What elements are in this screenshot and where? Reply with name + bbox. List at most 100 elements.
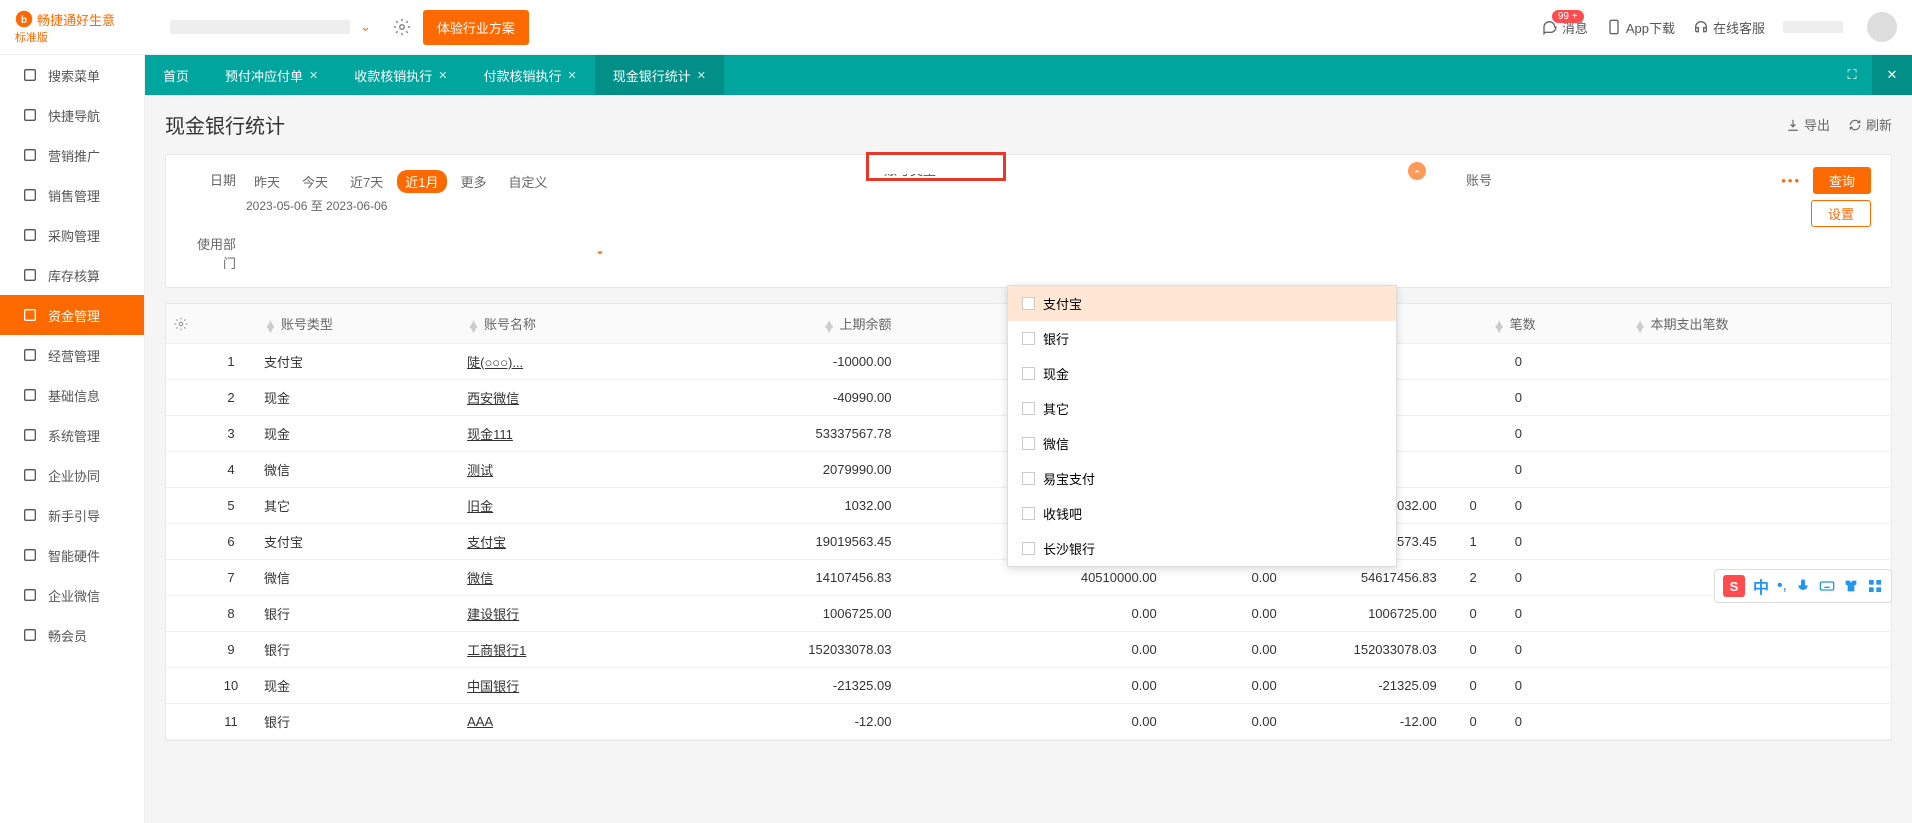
col-cnt1 bbox=[1445, 304, 1485, 344]
home-icon bbox=[22, 107, 38, 123]
close-icon[interactable]: ✕ bbox=[697, 69, 706, 82]
account-link[interactable]: 支付宝 bbox=[467, 535, 506, 550]
export-button[interactable]: 导出 bbox=[1786, 115, 1830, 134]
filter-panel: 日期 昨天今天近7天近1月更多自定义 2023-05-06 至 2023-06-… bbox=[165, 154, 1892, 288]
col-cnt2[interactable]: ▲▼笔数 bbox=[1485, 304, 1626, 344]
type-option-收钱吧[interactable]: 收钱吧 bbox=[1008, 496, 1396, 531]
ime-lang[interactable]: 中 bbox=[1753, 574, 1769, 598]
type-option-现金[interactable]: 现金 bbox=[1008, 356, 1396, 391]
dept-label: 使用部门 bbox=[186, 234, 246, 272]
support-link[interactable]: 在线客服 bbox=[1693, 18, 1765, 37]
ime-keyboard-icon[interactable] bbox=[1819, 578, 1835, 594]
collapse-toggle[interactable] bbox=[1408, 162, 1426, 180]
messages-link[interactable]: 消息 99 + bbox=[1542, 18, 1588, 37]
account-link[interactable]: 建设银行 bbox=[467, 607, 519, 622]
vip-icon bbox=[22, 627, 38, 643]
tab-现金银行统计[interactable]: 现金银行统计✕ bbox=[595, 55, 724, 95]
sidebar-item-采购管理[interactable]: 采购管理 bbox=[0, 215, 144, 255]
refresh-button[interactable]: 刷新 bbox=[1848, 115, 1892, 134]
type-option-其它[interactable]: 其它 bbox=[1008, 391, 1396, 426]
checkbox[interactable] bbox=[1022, 542, 1035, 555]
sidebar-item-经营管理[interactable]: 经营管理 bbox=[0, 335, 144, 375]
close-icon[interactable]: ✕ bbox=[309, 69, 318, 82]
sidebar-item-新手引导[interactable]: 新手引导 bbox=[0, 495, 144, 535]
account-link[interactable]: 微信 bbox=[467, 571, 493, 586]
trial-button[interactable]: 体验行业方案 bbox=[423, 10, 529, 45]
type-option-易宝支付[interactable]: 易宝支付 bbox=[1008, 461, 1396, 496]
date-chip-近1月[interactable]: 近1月 bbox=[397, 170, 446, 193]
account-link[interactable]: AAA bbox=[467, 714, 493, 729]
date-chips: 昨天今天近7天近1月更多自定义 bbox=[246, 170, 556, 193]
type-option-银行[interactable]: 银行 bbox=[1008, 321, 1396, 356]
checkbox[interactable] bbox=[1022, 332, 1035, 345]
col-name[interactable]: ▲▼账号名称 bbox=[459, 304, 662, 344]
account-type-input[interactable] bbox=[875, 159, 997, 174]
account-link[interactable]: 现金111 bbox=[467, 427, 513, 442]
tab-付款核销执行[interactable]: 付款核销执行✕ bbox=[465, 55, 594, 95]
tab-预付冲应付单[interactable]: 预付冲应付单✕ bbox=[207, 55, 336, 95]
sidebar-item-销售管理[interactable]: 销售管理 bbox=[0, 175, 144, 215]
sidebar-item-系统管理[interactable]: 系统管理 bbox=[0, 415, 144, 455]
ime-punct-icon[interactable]: •, bbox=[1777, 577, 1787, 595]
sidebar-item-营销推广[interactable]: 营销推广 bbox=[0, 135, 144, 175]
tab-收款核销执行[interactable]: 收款核销执行✕ bbox=[336, 55, 465, 95]
account-link[interactable]: 测试 bbox=[467, 463, 493, 478]
brand-name: 畅捷通好生意 bbox=[37, 10, 115, 29]
sidebar-item-快捷导航[interactable]: 快捷导航 bbox=[0, 95, 144, 135]
sidebar-item-企业协同[interactable]: 企业协同 bbox=[0, 455, 144, 495]
col-cnt3[interactable]: ▲▼本期支出笔数 bbox=[1626, 304, 1891, 344]
tab-expand-icon[interactable]: ⛶ bbox=[1832, 55, 1872, 95]
ime-toolbox-icon[interactable] bbox=[1867, 578, 1883, 594]
cart-icon bbox=[22, 187, 38, 203]
phone-icon bbox=[1606, 19, 1622, 35]
checkbox[interactable] bbox=[1022, 402, 1035, 415]
more-filters[interactable]: ••• bbox=[1781, 173, 1801, 188]
date-chip-自定义[interactable]: 自定义 bbox=[501, 170, 556, 193]
account-link[interactable]: 旧金 bbox=[467, 499, 493, 514]
date-chip-近7天[interactable]: 近7天 bbox=[342, 170, 391, 193]
date-chip-今天[interactable]: 今天 bbox=[294, 170, 336, 193]
checkbox[interactable] bbox=[1022, 437, 1035, 450]
settings-icon[interactable] bbox=[393, 18, 411, 36]
account-link[interactable]: 西安微信 bbox=[467, 391, 519, 406]
account-link[interactable]: 工商银行1 bbox=[467, 643, 526, 658]
checkbox[interactable] bbox=[1022, 507, 1035, 520]
username bbox=[1783, 21, 1843, 33]
account-link[interactable]: 中国银行 bbox=[467, 679, 519, 694]
date-range: 2023-05-06 至 2023-06-06 bbox=[246, 197, 556, 214]
date-chip-更多[interactable]: 更多 bbox=[453, 170, 495, 193]
close-icon[interactable]: ✕ bbox=[438, 69, 447, 82]
sidebar-item-基础信息[interactable]: 基础信息 bbox=[0, 375, 144, 415]
checkbox[interactable] bbox=[1022, 297, 1035, 310]
tab-首页[interactable]: 首页 bbox=[145, 55, 207, 95]
sidebar-item-畅会员[interactable]: 畅会员 bbox=[0, 615, 144, 655]
close-icon[interactable]: ✕ bbox=[568, 69, 577, 82]
sidebar-item-资金管理[interactable]: 资金管理 bbox=[0, 295, 144, 335]
type-option-支付宝[interactable]: 支付宝 bbox=[1008, 286, 1396, 321]
ime-mic-icon[interactable] bbox=[1795, 578, 1811, 594]
col-prev[interactable]: ▲▼上期余额 bbox=[662, 304, 899, 344]
account-link[interactable]: 陡(○○○)... bbox=[467, 355, 523, 370]
avatar[interactable] bbox=[1867, 12, 1897, 42]
doc-icon bbox=[22, 347, 38, 363]
checkbox[interactable] bbox=[1022, 472, 1035, 485]
sidebar-item-库存核算[interactable]: 库存核算 bbox=[0, 255, 144, 295]
company-selector[interactable]: ⌄ bbox=[160, 19, 381, 35]
sidebar-item-企业微信[interactable]: 企业微信 bbox=[0, 575, 144, 615]
col-type[interactable]: ▲▼账号类型 bbox=[256, 304, 459, 344]
type-option-微信[interactable]: 微信 bbox=[1008, 426, 1396, 461]
ime-skin-icon[interactable] bbox=[1843, 578, 1859, 594]
app-download-link[interactable]: App下载 bbox=[1606, 18, 1675, 37]
date-chip-昨天[interactable]: 昨天 bbox=[246, 170, 288, 193]
sidebar-item-智能硬件[interactable]: 智能硬件 bbox=[0, 535, 144, 575]
sidebar-item-搜索菜单[interactable]: 搜索菜单 bbox=[0, 55, 144, 95]
type-option-长沙银行[interactable]: 长沙银行 bbox=[1008, 531, 1396, 566]
brand-edition: 标准版 bbox=[15, 29, 160, 45]
dept-select[interactable] bbox=[246, 239, 606, 267]
settings-button[interactable]: 设置 bbox=[1811, 200, 1871, 227]
column-settings[interactable] bbox=[166, 304, 206, 344]
account-type-dropdown[interactable]: 支付宝银行现金其它微信易宝支付收钱吧长沙银行 bbox=[1007, 285, 1397, 567]
checkbox[interactable] bbox=[1022, 367, 1035, 380]
tab-close-all[interactable]: ✕ bbox=[1872, 55, 1912, 95]
search-button[interactable]: 查询 bbox=[1813, 167, 1871, 194]
